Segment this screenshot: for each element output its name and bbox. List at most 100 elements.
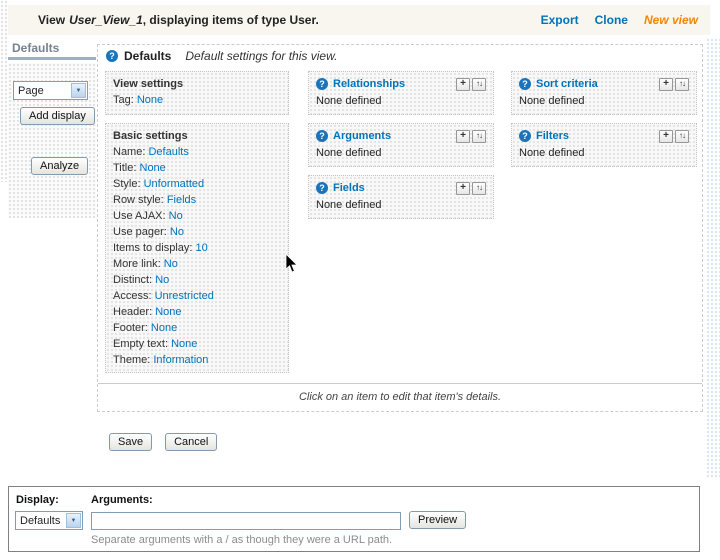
help-icon[interactable]: ?	[316, 130, 328, 142]
tab-defaults-label: Defaults	[12, 41, 60, 55]
analyze-button[interactable]: Analyze	[31, 157, 89, 175]
fields-empty: None defined	[316, 199, 382, 211]
display-subtitle: Default settings for this view.	[185, 49, 338, 63]
display-sidebar: Page ▼ Add display Analyze	[8, 63, 96, 218]
view-settings-title: View settings	[113, 78, 184, 90]
sort-criteria-box: ? Sort criteria + ↑↓ None defined	[511, 71, 697, 115]
preview-arguments-help: Separate arguments with a / as though th…	[91, 534, 393, 546]
help-icon[interactable]: ?	[106, 50, 118, 62]
view-name: User_View_1	[69, 13, 143, 27]
add-display-button[interactable]: Add display	[20, 107, 95, 125]
overview-hint: Click on an item to edit that item's det…	[98, 383, 702, 411]
access-value-link[interactable]: Unrestricted	[155, 290, 214, 302]
setting-row-use-pager: Use pager: No	[113, 226, 184, 238]
add-icon[interactable]: +	[456, 181, 470, 195]
row-style-value-link[interactable]: Fields	[167, 194, 196, 206]
page-edge-texture-right	[706, 38, 720, 478]
save-button[interactable]: Save	[109, 433, 153, 451]
sort-criteria-title-link[interactable]: Sort criteria	[536, 78, 598, 90]
export-link[interactable]: Export	[541, 13, 579, 27]
preview-arguments-input[interactable]	[91, 512, 401, 530]
items-to-display-value-link[interactable]: 10	[196, 242, 208, 254]
rearrange-icon[interactable]: ↑↓	[472, 77, 486, 91]
display-header: ? Defaults Default settings for this vie…	[106, 49, 337, 63]
fields-title-link[interactable]: Fields	[333, 182, 365, 194]
setting-row-tag: Tag: None	[113, 94, 164, 106]
more-link-value-link[interactable]: No	[164, 258, 178, 270]
setting-row-header: Header: None	[113, 306, 182, 318]
help-icon[interactable]: ?	[519, 78, 531, 90]
view-settings-box: View settings Tag: None	[105, 71, 289, 115]
style-value-link[interactable]: Unformatted	[144, 178, 205, 190]
setting-row-empty-text: Empty text: None	[113, 338, 198, 350]
theme-value-link[interactable]: Information	[153, 354, 208, 366]
setting-row-items-to-display: Items to display: 10	[113, 242, 208, 254]
tab-defaults[interactable]: Defaults	[8, 38, 96, 60]
help-icon[interactable]: ?	[316, 182, 328, 194]
display-overview-panel: ? Defaults Default settings for this vie…	[97, 44, 703, 412]
add-icon[interactable]: +	[456, 129, 470, 143]
clone-link[interactable]: Clone	[595, 13, 628, 27]
help-icon[interactable]: ?	[316, 78, 328, 90]
preview-display-select[interactable]: Defaults ▼	[15, 511, 83, 530]
add-display-type-select[interactable]: Page ▼	[13, 81, 88, 100]
preview-button[interactable]: Preview	[409, 511, 467, 529]
rearrange-icon[interactable]: ↑↓	[675, 77, 689, 91]
distinct-value-link[interactable]: No	[155, 274, 169, 286]
view-summary-bar: View User_View_1, displaying items of typ…	[8, 5, 710, 35]
cancel-button[interactable]: Cancel	[165, 433, 218, 451]
add-display-type-value: Page	[18, 84, 44, 97]
empty-text-value-link[interactable]: None	[171, 338, 197, 350]
relationships-box: ? Relationships + ↑↓ None defined	[308, 71, 494, 115]
preview-arguments-label: Arguments:	[91, 494, 153, 506]
rearrange-icon[interactable]: ↑↓	[675, 129, 689, 143]
help-icon[interactable]: ?	[519, 130, 531, 142]
page-edge-texture-left	[0, 0, 8, 182]
add-icon[interactable]: +	[659, 77, 673, 91]
setting-row-theme: Theme: Information	[113, 354, 209, 366]
title-value-link[interactable]: None	[140, 162, 166, 174]
name-value-link[interactable]: Defaults	[148, 146, 188, 158]
live-preview-panel: Display: Arguments: Defaults ▼ Preview S…	[8, 486, 700, 552]
filters-box: ? Filters + ↑↓ None defined	[511, 123, 697, 167]
fields-box: ? Fields + ↑↓ None defined	[308, 175, 494, 219]
view-summary-text: View User_View_1, displaying items of typ…	[38, 13, 319, 27]
add-icon[interactable]: +	[456, 77, 470, 91]
use-pager-value-link[interactable]: No	[170, 226, 184, 238]
setting-row-row-style: Row style: Fields	[113, 194, 197, 206]
filters-title-link[interactable]: Filters	[536, 130, 569, 142]
tag-value-link[interactable]: None	[137, 94, 163, 106]
relationships-title-link[interactable]: Relationships	[333, 78, 405, 90]
setting-row-use-ajax: Use AJAX: No	[113, 210, 183, 222]
relationships-empty: None defined	[316, 95, 382, 107]
setting-row-more-link: More link: No	[113, 258, 178, 270]
new-view-link[interactable]: New view	[644, 13, 698, 27]
display-title: Defaults	[124, 49, 172, 63]
header-value-link[interactable]: None	[155, 306, 181, 318]
preview-display-label: Display:	[16, 494, 59, 506]
use-ajax-value-link[interactable]: No	[169, 210, 183, 222]
view-title-prefix: View	[38, 13, 66, 27]
rearrange-icon[interactable]: ↑↓	[472, 129, 486, 143]
sort-criteria-empty: None defined	[519, 95, 585, 107]
setting-row-style: Style: Unformatted	[113, 178, 205, 190]
form-actions: Save Cancel	[109, 433, 218, 451]
rearrange-icon[interactable]: ↑↓	[472, 181, 486, 195]
view-title-suffix: , displaying items of type User.	[142, 13, 319, 27]
basic-settings-title: Basic settings	[113, 130, 188, 142]
setting-row-footer: Footer: None	[113, 322, 178, 334]
chevron-down-icon: ▼	[71, 83, 86, 98]
setting-row-name: Name: Defaults	[113, 146, 189, 158]
add-icon[interactable]: +	[659, 129, 673, 143]
filters-empty: None defined	[519, 147, 585, 159]
setting-row-distinct: Distinct: No	[113, 274, 170, 286]
arguments-title-link[interactable]: Arguments	[333, 130, 391, 142]
footer-value-link[interactable]: None	[151, 322, 177, 334]
arguments-empty: None defined	[316, 147, 382, 159]
chevron-down-icon: ▼	[66, 513, 81, 528]
view-action-links: Export Clone New view	[541, 13, 698, 27]
preview-display-value: Defaults	[20, 514, 61, 527]
arguments-box: ? Arguments + ↑↓ None defined	[308, 123, 494, 167]
setting-row-title: Title: None	[113, 162, 166, 174]
views-ui-page: View User_View_1, displaying items of typ…	[0, 0, 720, 560]
